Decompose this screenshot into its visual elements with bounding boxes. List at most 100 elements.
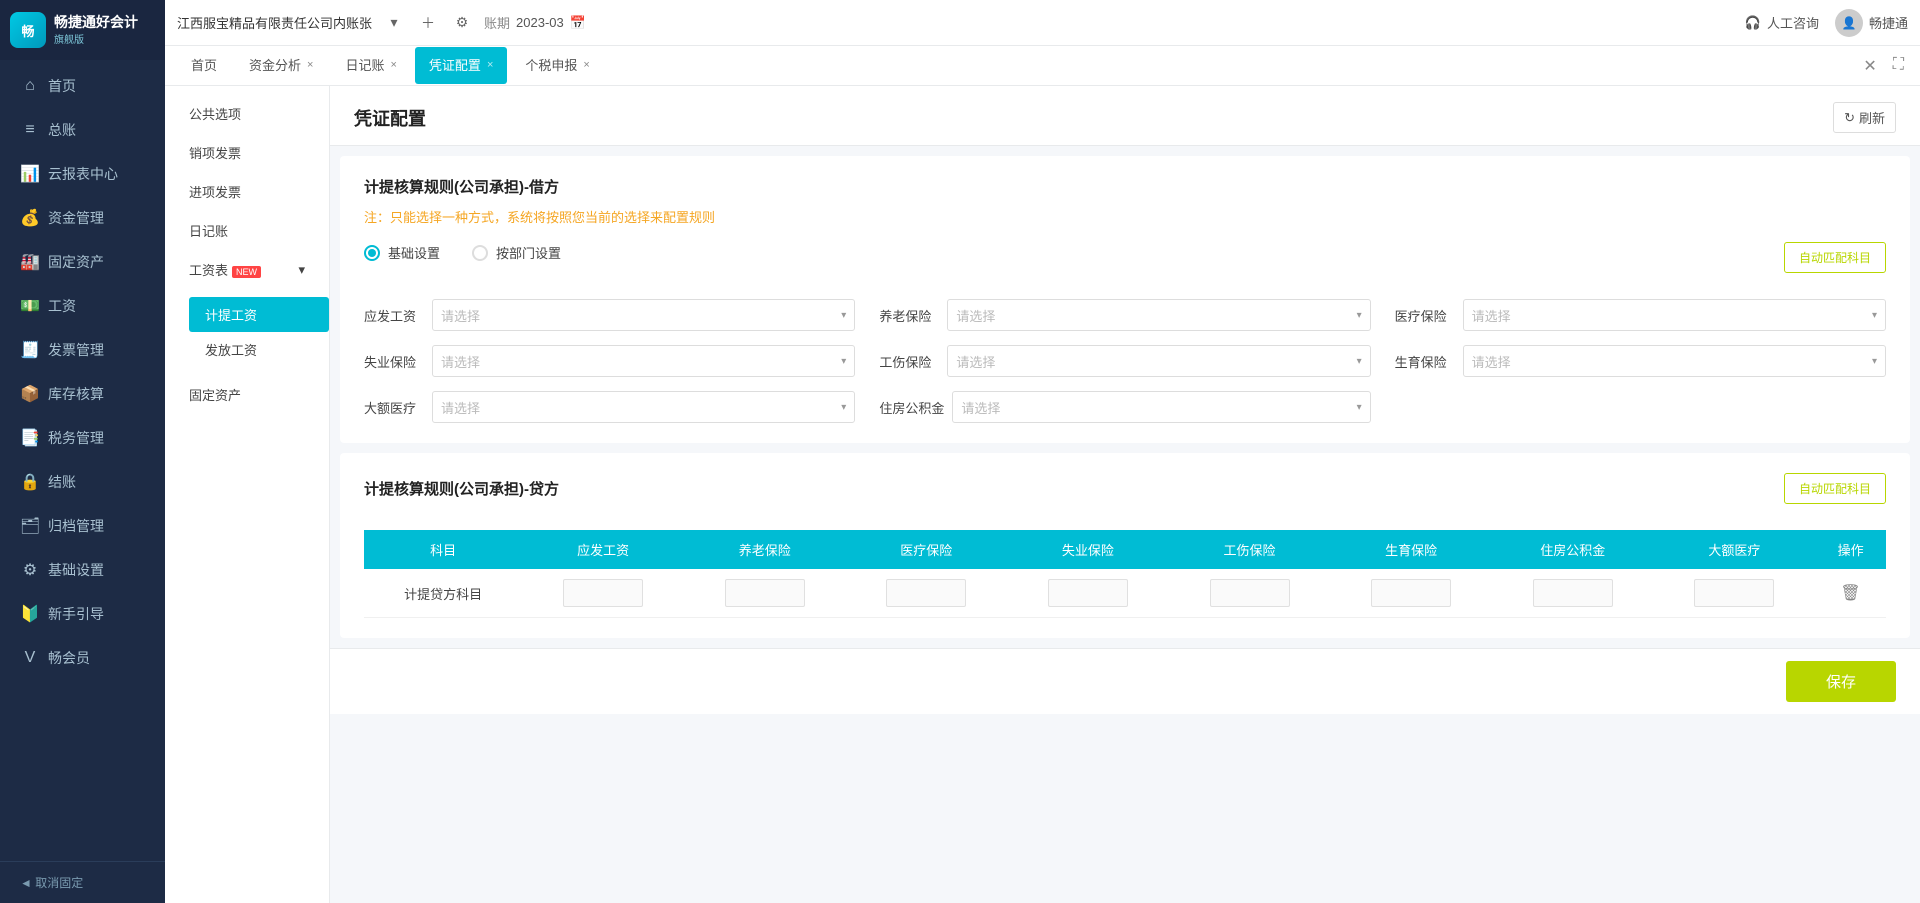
tab-journal[interactable]: 日记账 × <box>331 47 410 84</box>
credit-dae-input[interactable] <box>1694 579 1774 607</box>
sidebar-item-salary[interactable]: 💵 工资 <box>0 284 165 328</box>
sidebar-item-home[interactable]: ⌂ 首页 <box>0 64 165 108</box>
tab-voucher-config-label: 凭证配置 <box>429 55 481 74</box>
yanglao-select[interactable]: 请选择 ▾ <box>947 299 1370 331</box>
tab-close-btn[interactable]: ✕ <box>1859 52 1880 80</box>
fund-icon: 💰 <box>20 208 40 228</box>
left-nav-sales-invoice[interactable]: 销项发票 <box>165 133 329 172</box>
radio-dept-label: 按部门设置 <box>496 243 561 262</box>
th-action: 操作 <box>1815 530 1886 569</box>
form-row-yiliao: 医疗保险 请选择 ▾ <box>1395 299 1886 331</box>
shiye-label: 失业保险 <box>364 352 424 371</box>
left-nav-salary-table[interactable]: 工资表NEW ▾ <box>165 250 329 289</box>
left-nav-purchase-invoice[interactable]: 进项发票 <box>165 172 329 211</box>
main-area: 江西服宝精品有限责任公司内账张 ▾ ＋ ⚙ 账期 2023-03 📅 🎧 人工咨… <box>165 0 1920 903</box>
zhufang-select[interactable]: 请选择 ▾ <box>952 391 1370 423</box>
yanglao-placeholder: 请选择 <box>956 306 995 325</box>
service-button[interactable]: 🎧 人工咨询 <box>1745 13 1819 32</box>
sidebar-item-archive-management[interactable]: 🗂 归档管理 <box>0 504 165 548</box>
calendar-icon[interactable]: 📅 <box>570 15 586 31</box>
sidebar-item-basic-settings[interactable]: ⚙ 基础设置 <box>0 548 165 592</box>
tab-voucher-config[interactable]: 凭证配置 × <box>415 47 507 84</box>
shiye-select[interactable]: 请选择 ▾ <box>432 345 855 377</box>
tab-home[interactable]: 首页 <box>177 47 231 84</box>
tab-fund-analysis-label: 资金分析 <box>249 55 301 74</box>
sidebar-item-label: 资金管理 <box>48 208 104 228</box>
radio-basic-label: 基础设置 <box>388 243 440 262</box>
sidebar-item-close-accounts[interactable]: 🔒 结账 <box>0 460 165 504</box>
left-nav: 公共选项 销项发票 进项发票 日记账 工资表NEW ▾ 计提工资 发放工资 固定… <box>165 86 330 903</box>
delete-row-btn[interactable]: 🗑 <box>1840 585 1860 602</box>
add-button[interactable]: ＋ <box>416 11 440 35</box>
daeyiliao-placeholder: 请选择 <box>441 398 480 417</box>
tab-journal-close[interactable]: × <box>390 59 396 71</box>
th-subject: 科目 <box>364 530 522 569</box>
td-yanglao-val <box>684 569 846 618</box>
section2-header: 计提核算规则(公司承担)-贷方 自动匹配科目 <box>364 473 1886 514</box>
left-nav-fixed-assets[interactable]: 固定资产 <box>165 375 329 414</box>
sidebar-item-inventory[interactable]: 📦 库存核算 <box>0 372 165 416</box>
save-button[interactable]: 保存 <box>1786 661 1896 702</box>
settings-button[interactable]: ⚙ <box>450 11 474 35</box>
sidebar-item-vip[interactable]: V 畅会员 <box>0 636 165 680</box>
sidebar-item-invoice-management[interactable]: 🧾 发票管理 <box>0 328 165 372</box>
tab-expand-btn[interactable]: ⛶ <box>1889 52 1908 80</box>
yiliao-label: 医疗保险 <box>1395 306 1455 325</box>
tab-tax-declaration-close[interactable]: × <box>583 59 589 71</box>
tab-fund-analysis[interactable]: 资金分析 × <box>235 47 327 84</box>
form-grid-borrow: 应发工资 请选择 ▾ 养老保险 请选择 ▾ 医疗 <box>364 299 1886 423</box>
left-nav-salary-accrual[interactable]: 计提工资 <box>189 297 329 332</box>
td-zhufang-val <box>1492 569 1654 618</box>
credit-zhufang-input[interactable] <box>1533 579 1613 607</box>
gongshang-select[interactable]: 请选择 ▾ <box>947 345 1370 377</box>
auto-match-button-borrow[interactable]: 自动匹配科目 <box>1784 242 1886 273</box>
sidebar-item-newcomer-guide[interactable]: 🔰 新手引导 <box>0 592 165 636</box>
sidebar-item-fixed-assets[interactable]: 🏭 固定资产 <box>0 240 165 284</box>
radio-department[interactable]: 按部门设置 <box>472 243 561 262</box>
user-menu[interactable]: 👤 畅捷通 <box>1835 9 1908 37</box>
daeyiliao-select[interactable]: 请选择 ▾ <box>432 391 855 423</box>
sidebar-nav: ⌂ 首页 ≡ 总账 📊 云报表中心 💰 资金管理 🏭 固定资产 💵 工资 🧾 发… <box>0 60 165 861</box>
credit-yiliao-input[interactable] <box>886 579 966 607</box>
sidebar-item-label: 云报表中心 <box>48 164 118 184</box>
sidebar-item-general-ledger[interactable]: ≡ 总账 <box>0 108 165 152</box>
auto-match-button-credit[interactable]: 自动匹配科目 <box>1784 473 1886 504</box>
left-nav-public-options[interactable]: 公共选项 <box>165 94 329 133</box>
user-name: 畅捷通 <box>1869 13 1908 32</box>
auto-match-label: 自动匹配科目 <box>1799 251 1871 265</box>
tab-home-label: 首页 <box>191 55 217 74</box>
tab-actions: ✕ ⛶ <box>1859 52 1908 80</box>
sidebar-item-tax-management[interactable]: 📑 税务管理 <box>0 416 165 460</box>
radio-basic[interactable]: 基础设置 <box>364 243 440 262</box>
logo-text: 畅捷通好会计 <box>54 14 138 31</box>
sidebar-footer[interactable]: ◄ 取消固定 <box>0 861 165 903</box>
tab-tax-declaration-label: 个税申报 <box>525 55 577 74</box>
topbar-right: 🎧 人工咨询 👤 畅捷通 <box>1745 9 1908 37</box>
left-nav-salary-payment[interactable]: 发放工资 <box>189 332 329 367</box>
left-nav-journal[interactable]: 日记账 <box>165 211 329 250</box>
shiye-arrow: ▾ <box>841 356 846 367</box>
yiliao-select[interactable]: 请选择 ▾ <box>1463 299 1886 331</box>
company-dropdown-btn[interactable]: ▾ <box>382 11 406 35</box>
refresh-button[interactable]: ↻ 刷新 <box>1833 102 1896 133</box>
tab-tax-declaration[interactable]: 个税申报 × <box>511 47 603 84</box>
credit-gongshang-input[interactable] <box>1210 579 1290 607</box>
td-yingfa-val <box>522 569 684 618</box>
credit-shengyu-input[interactable] <box>1371 579 1451 607</box>
archive-icon: 🗂 <box>20 516 40 536</box>
sidebar-item-cloud-report[interactable]: 📊 云报表中心 <box>0 152 165 196</box>
credit-shiye-input[interactable] <box>1048 579 1128 607</box>
daeyiliao-label: 大额医疗 <box>364 398 424 417</box>
salary-table-label: 工资表NEW <box>189 260 261 279</box>
vip-icon: V <box>20 649 40 667</box>
tax-icon: 📑 <box>20 428 40 448</box>
yingfa-select[interactable]: 请选择 ▾ <box>432 299 855 331</box>
tab-voucher-config-close[interactable]: × <box>487 59 493 71</box>
tab-fund-analysis-close[interactable]: × <box>307 59 313 71</box>
daeyiliao-arrow: ▾ <box>841 402 846 413</box>
sidebar-item-fund-management[interactable]: 💰 资金管理 <box>0 196 165 240</box>
assets-icon: 🏭 <box>20 252 40 272</box>
credit-yanglao-input[interactable] <box>725 579 805 607</box>
credit-yingfa-input[interactable] <box>563 579 643 607</box>
shengyu-select[interactable]: 请选择 ▾ <box>1463 345 1886 377</box>
